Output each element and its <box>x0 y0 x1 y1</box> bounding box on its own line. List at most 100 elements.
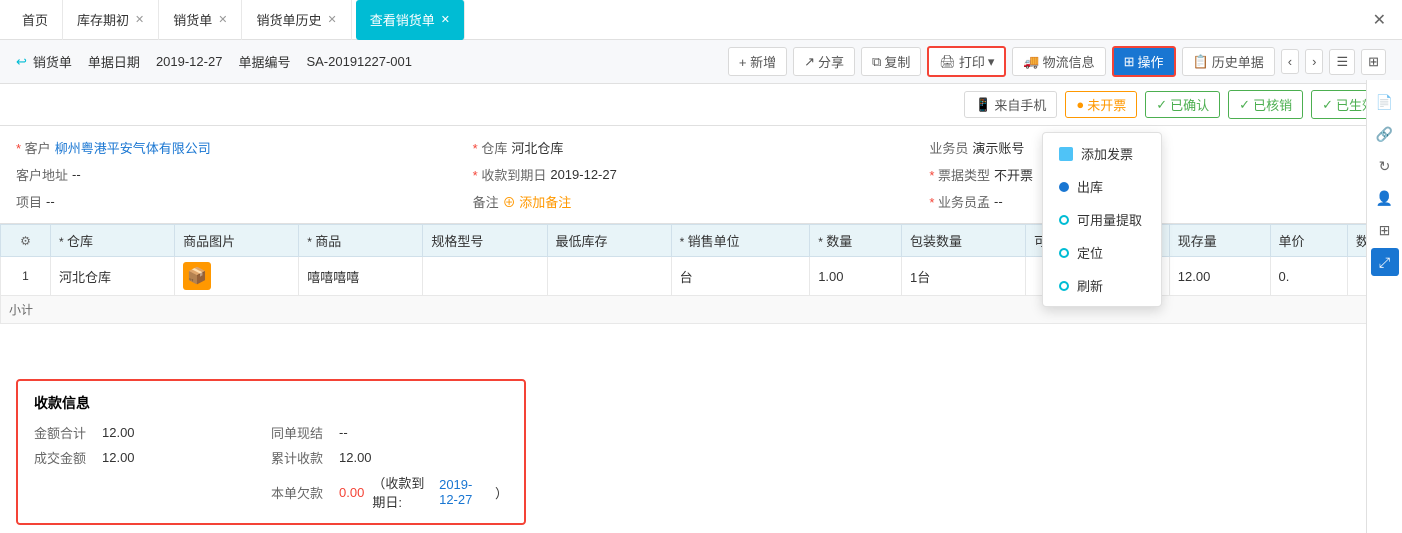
available-extract-icon <box>1059 215 1069 225</box>
print-icon: 🖨 <box>939 54 956 70</box>
balance-note: （收款到期日: <box>372 473 431 511</box>
row-stock: 12.00 <box>1169 257 1270 296</box>
nav-next-button[interactable]: › <box>1305 49 1323 74</box>
voided-label: 已核销 <box>1253 95 1292 114</box>
customer-label: 客户 <box>16 138 51 157</box>
col-product: * 商品 <box>299 225 423 257</box>
salesperson2-value: -- <box>994 194 1003 209</box>
ship-out-icon <box>1059 182 1069 192</box>
doc-date-label: 单据日期 <box>88 52 140 71</box>
share-button-label: 分享 <box>818 52 844 71</box>
doc-header-right: + 新增 ↗ 分享 ⧉ 复制 🖨 打印 ▾ 🚚 物流信息 <box>728 46 1386 77</box>
locate-label: 定位 <box>1077 243 1103 262</box>
tab-history-close-icon[interactable]: ✕ <box>328 13 337 26</box>
tab-inventory-init[interactable]: 库存期初 ✕ <box>63 0 159 40</box>
same-order-row: 同单现结 -- <box>271 423 508 442</box>
row-qty: 1.00 <box>810 257 902 296</box>
col-price: 单价 <box>1270 225 1347 257</box>
tab-sales-history[interactable]: 销货单历史 ✕ <box>242 0 351 40</box>
window-close-button[interactable]: ✕ <box>1365 10 1394 30</box>
from-mobile-label: 来自手机 <box>994 95 1046 114</box>
transaction-label: 成交金额 <box>34 448 94 467</box>
items-table: ⚙ * 仓库 商品图片 * 商品 规格型号 最低库存 * 销售单位 * 数量 包… <box>0 224 1402 324</box>
tab-sales-label: 销货单 <box>173 10 212 29</box>
total-label: 金额合计 <box>34 423 94 442</box>
confirm-label: 已确认 <box>1170 95 1209 114</box>
cumulative-value: 12.00 <box>339 450 372 465</box>
add-invoice-icon <box>1059 147 1073 161</box>
col-settings[interactable]: ⚙ <box>1 225 51 257</box>
address-value: -- <box>72 167 81 182</box>
transaction-value: 12.00 <box>102 450 135 465</box>
not-open-label: 未开票 <box>1087 95 1126 114</box>
confirm-icon: ✓ <box>1156 97 1167 113</box>
salesperson-value: 演示账号 <box>972 138 1024 157</box>
add-remark-button[interactable]: ⊕ 添加备注 <box>503 192 572 211</box>
product-image-icon: 📦 <box>187 266 207 286</box>
from-mobile-button[interactable]: 📱 来自手机 <box>964 91 1057 118</box>
sidebar-link-icon[interactable]: 🔗 <box>1371 120 1399 148</box>
row-price: 0. <box>1270 257 1347 296</box>
ticket-icon: ● <box>1076 97 1084 112</box>
payment-info-box: 收款信息 金额合计 12.00 同单现结 -- 成交金额 12.00 累计收款 … <box>16 379 526 525</box>
nav-prev-button[interactable]: ‹ <box>1281 49 1299 74</box>
col-min-stock: 最低库存 <box>547 225 671 257</box>
tab-view-sales[interactable]: 查看销货单 ✕ <box>356 0 465 40</box>
view-list-button[interactable]: ☰ <box>1329 49 1355 75</box>
logistics-button-label: 物流信息 <box>1043 52 1095 71</box>
add-invoice-item[interactable]: 添加发票 <box>1043 137 1161 170</box>
tab-inventory-close-icon[interactable]: ✕ <box>135 13 144 26</box>
sidebar-file-icon[interactable]: 📄 <box>1371 88 1399 116</box>
doc-meta: 单据日期 2019-12-27 单据编号 SA-20191227-001 <box>88 52 412 71</box>
view-grid-button[interactable]: ⊞ <box>1361 49 1386 75</box>
subtotal-row: 小计 <box>1 296 1402 324</box>
col-qty: * 数量 <box>810 225 902 257</box>
table-row: 1 河北仓库 📦 嘻嘻嘻嘻 台 1.00 1台 <box>1 257 1402 296</box>
ship-out-item[interactable]: 出库 <box>1043 170 1161 203</box>
row-image: 📦 <box>175 257 299 296</box>
history-button[interactable]: 📋 历史单据 <box>1182 47 1275 76</box>
balance-row: 本单欠款 0.00 （收款到期日: 2019-12-27 ） <box>271 473 508 511</box>
project-field: 项目 -- <box>16 192 473 211</box>
right-sidebar: 📄 🔗 ↻ 👤 ⊞ ⤢ <box>1366 80 1402 533</box>
locate-item[interactable]: 定位 <box>1043 236 1161 269</box>
tab-home-label: 首页 <box>22 10 48 29</box>
refresh-item[interactable]: 刷新 <box>1043 269 1161 302</box>
sidebar-rotate-icon[interactable]: ↻ <box>1371 152 1399 180</box>
address-label: 客户地址 <box>16 165 68 184</box>
copy-button[interactable]: ⧉ 复制 <box>861 47 921 76</box>
available-extract-label: 可用量提取 <box>1077 210 1142 229</box>
warehouse-field: 仓库 河北仓库 <box>473 138 930 157</box>
doc-number-label: 单据编号 <box>238 52 290 71</box>
already-voided-badge[interactable]: ✓ 已核销 <box>1228 90 1303 119</box>
confirm-button[interactable]: ✓ 已确认 <box>1145 91 1220 118</box>
sidebar-table-icon[interactable]: ⊞ <box>1371 216 1399 244</box>
print-dropdown-icon: ▾ <box>988 54 995 70</box>
col-warehouse: * 仓库 <box>50 225 174 257</box>
tab-home[interactable]: 首页 <box>8 0 63 40</box>
ship-out-label: 出库 <box>1077 177 1103 196</box>
not-open-button[interactable]: ● 未开票 <box>1065 91 1137 118</box>
sidebar-expand-icon[interactable]: ⤢ <box>1371 248 1399 276</box>
share-button[interactable]: ↗ 分享 <box>793 47 855 76</box>
logistics-icon: 🚚 <box>1023 54 1039 70</box>
operation-button[interactable]: ⊞ 操作 <box>1112 46 1176 77</box>
new-button[interactable]: + 新增 <box>728 47 787 76</box>
copy-icon: ⧉ <box>872 54 881 70</box>
cumulative-label: 累计收款 <box>271 448 331 467</box>
tab-view-close-icon[interactable]: ✕ <box>441 13 450 26</box>
refresh-icon <box>1059 281 1069 291</box>
voided-icon: ✓ <box>1239 97 1250 113</box>
available-extract-item[interactable]: 可用量提取 <box>1043 203 1161 236</box>
due-date-value: 2019-12-27 <box>550 167 617 182</box>
tab-sales-close-icon[interactable]: ✕ <box>218 13 227 26</box>
salesperson2-label: 业务员孟 <box>929 192 990 211</box>
doc-header-left: ↩ 销货单 单据日期 2019-12-27 单据编号 SA-20191227-0… <box>16 52 728 71</box>
sidebar-user-icon[interactable]: 👤 <box>1371 184 1399 212</box>
payment-title: 收款信息 <box>34 393 508 413</box>
warehouse-value: 河北仓库 <box>511 138 563 157</box>
logistics-button[interactable]: 🚚 物流信息 <box>1012 47 1105 76</box>
tab-sales-order[interactable]: 销货单 ✕ <box>159 0 242 40</box>
customer-value[interactable]: 柳州粤港平安气体有限公司 <box>55 138 211 157</box>
print-button[interactable]: 🖨 打印 ▾ <box>927 46 1006 77</box>
